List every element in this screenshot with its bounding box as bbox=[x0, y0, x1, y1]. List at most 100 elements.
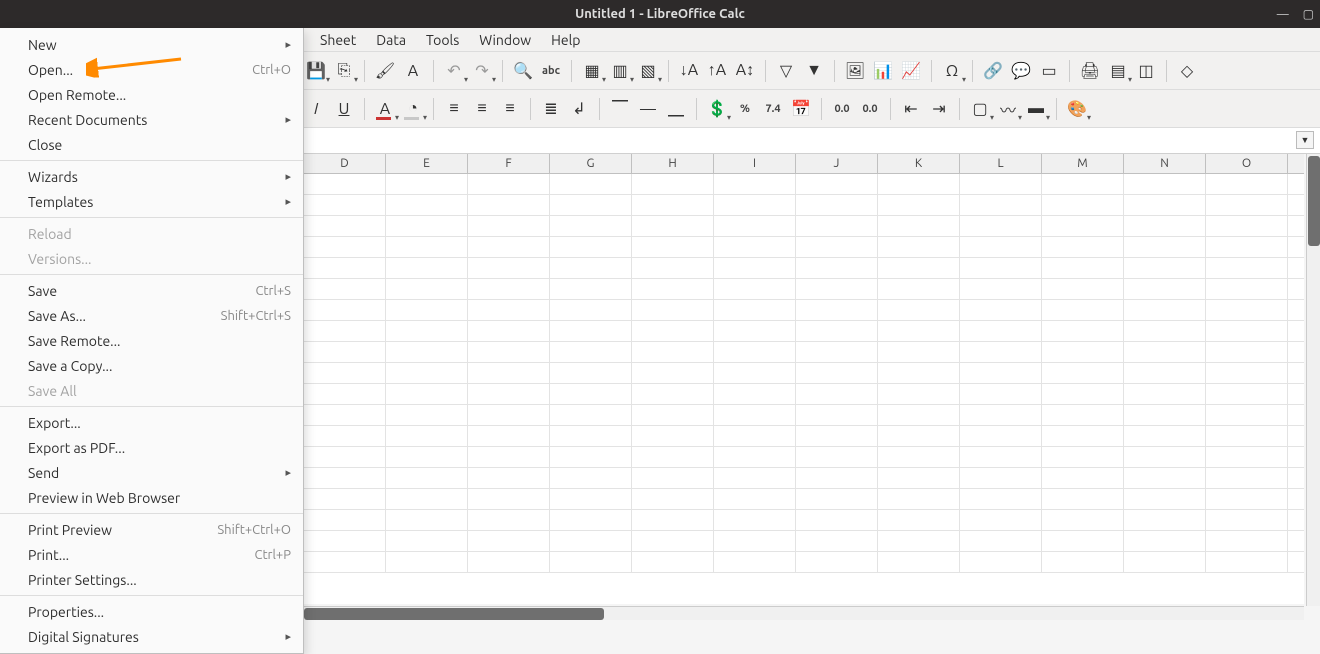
cell[interactable] bbox=[714, 384, 796, 404]
cell[interactable] bbox=[1042, 489, 1124, 509]
cell[interactable] bbox=[304, 489, 386, 509]
cell[interactable] bbox=[1206, 321, 1288, 341]
cell[interactable] bbox=[1124, 426, 1206, 446]
cell[interactable] bbox=[468, 510, 550, 530]
cell[interactable] bbox=[1042, 510, 1124, 530]
column-header-F[interactable]: F bbox=[468, 154, 550, 173]
cell[interactable] bbox=[1042, 321, 1124, 341]
cell[interactable] bbox=[304, 195, 386, 215]
cell[interactable] bbox=[632, 426, 714, 446]
file-menu-close[interactable]: Close bbox=[0, 132, 303, 157]
cell[interactable] bbox=[632, 300, 714, 320]
cell[interactable] bbox=[550, 279, 632, 299]
number-format-icon[interactable]: 7.4 bbox=[761, 97, 785, 121]
cell[interactable] bbox=[714, 363, 796, 383]
cell[interactable] bbox=[468, 279, 550, 299]
file-menu-printer-settings[interactable]: Printer Settings... bbox=[0, 567, 303, 592]
image-icon[interactable]: 🖼 bbox=[843, 59, 867, 83]
sort-icon[interactable]: A↕ bbox=[733, 59, 757, 83]
cell[interactable] bbox=[1042, 216, 1124, 236]
cell[interactable] bbox=[632, 552, 714, 572]
cell[interactable] bbox=[878, 552, 960, 572]
align-middle-icon[interactable]: — bbox=[636, 97, 660, 121]
cell[interactable] bbox=[960, 384, 1042, 404]
highlight-color-icon[interactable]: ◔ bbox=[401, 97, 425, 121]
cell[interactable] bbox=[960, 321, 1042, 341]
column-header-K[interactable]: K bbox=[878, 154, 960, 173]
cell[interactable] bbox=[1124, 174, 1206, 194]
cell[interactable] bbox=[304, 342, 386, 362]
cell[interactable] bbox=[1124, 489, 1206, 509]
cell[interactable] bbox=[960, 342, 1042, 362]
cell[interactable] bbox=[1206, 426, 1288, 446]
cell[interactable] bbox=[632, 195, 714, 215]
cell[interactable] bbox=[1206, 216, 1288, 236]
file-menu-recent-documents[interactable]: Recent Documents▸ bbox=[0, 107, 303, 132]
cell[interactable] bbox=[304, 531, 386, 551]
cell[interactable] bbox=[878, 216, 960, 236]
cell[interactable] bbox=[1206, 279, 1288, 299]
cell[interactable] bbox=[1042, 447, 1124, 467]
date-icon[interactable]: 📅 bbox=[789, 97, 813, 121]
cell[interactable] bbox=[960, 195, 1042, 215]
cell[interactable] bbox=[878, 489, 960, 509]
undo-icon[interactable]: ↶ bbox=[442, 59, 466, 83]
cell[interactable] bbox=[1124, 237, 1206, 257]
wrap-text-icon[interactable]: ↲ bbox=[567, 97, 591, 121]
cell[interactable] bbox=[468, 195, 550, 215]
cell[interactable] bbox=[714, 279, 796, 299]
cell[interactable] bbox=[878, 426, 960, 446]
column-header-L[interactable]: L bbox=[960, 154, 1042, 173]
file-menu-open[interactable]: Open...Ctrl+O bbox=[0, 57, 303, 82]
cell[interactable] bbox=[796, 279, 878, 299]
cell[interactable] bbox=[960, 216, 1042, 236]
cell[interactable] bbox=[550, 216, 632, 236]
cell[interactable] bbox=[714, 321, 796, 341]
column-header-J[interactable]: J bbox=[796, 154, 878, 173]
cell[interactable] bbox=[1042, 405, 1124, 425]
cell[interactable] bbox=[960, 531, 1042, 551]
cell[interactable] bbox=[878, 447, 960, 467]
special-char-icon[interactable]: Ω bbox=[940, 59, 964, 83]
cell[interactable] bbox=[304, 321, 386, 341]
cell[interactable] bbox=[386, 279, 468, 299]
cell[interactable] bbox=[1042, 531, 1124, 551]
column-header-G[interactable]: G bbox=[550, 154, 632, 173]
redo-icon[interactable]: ↷ bbox=[470, 59, 494, 83]
cell[interactable] bbox=[468, 489, 550, 509]
autofilter-icon[interactable]: ▽ bbox=[774, 59, 798, 83]
cell[interactable] bbox=[550, 447, 632, 467]
cell[interactable] bbox=[1206, 342, 1288, 362]
cell[interactable] bbox=[632, 342, 714, 362]
cell[interactable] bbox=[304, 174, 386, 194]
column-header-I[interactable]: I bbox=[714, 154, 796, 173]
cell[interactable] bbox=[796, 489, 878, 509]
cell[interactable] bbox=[386, 489, 468, 509]
cell[interactable] bbox=[960, 447, 1042, 467]
cell[interactable] bbox=[1124, 447, 1206, 467]
cell[interactable] bbox=[386, 237, 468, 257]
file-menu-preview-in-web-browser[interactable]: Preview in Web Browser bbox=[0, 485, 303, 510]
export-pdf-icon[interactable]: ⎘ bbox=[332, 59, 356, 83]
cell[interactable] bbox=[386, 342, 468, 362]
borders-icon[interactable]: ▢ bbox=[968, 97, 992, 121]
cell[interactable] bbox=[960, 258, 1042, 278]
cell[interactable] bbox=[468, 447, 550, 467]
cell[interactable] bbox=[1206, 489, 1288, 509]
cell[interactable] bbox=[632, 258, 714, 278]
cell[interactable] bbox=[632, 174, 714, 194]
cell[interactable] bbox=[632, 447, 714, 467]
align-justify-icon[interactable]: ≣ bbox=[539, 97, 563, 121]
cell[interactable] bbox=[550, 384, 632, 404]
file-menu-print[interactable]: Print...Ctrl+P bbox=[0, 542, 303, 567]
cell[interactable] bbox=[1124, 195, 1206, 215]
cell[interactable] bbox=[632, 237, 714, 257]
align-center-icon[interactable]: ≡ bbox=[470, 97, 494, 121]
cell[interactable] bbox=[304, 279, 386, 299]
cell[interactable] bbox=[1206, 174, 1288, 194]
cell[interactable] bbox=[796, 447, 878, 467]
cell[interactable] bbox=[550, 468, 632, 488]
v-scroll-thumb[interactable] bbox=[1308, 156, 1320, 246]
cell[interactable] bbox=[550, 321, 632, 341]
cell[interactable] bbox=[796, 531, 878, 551]
